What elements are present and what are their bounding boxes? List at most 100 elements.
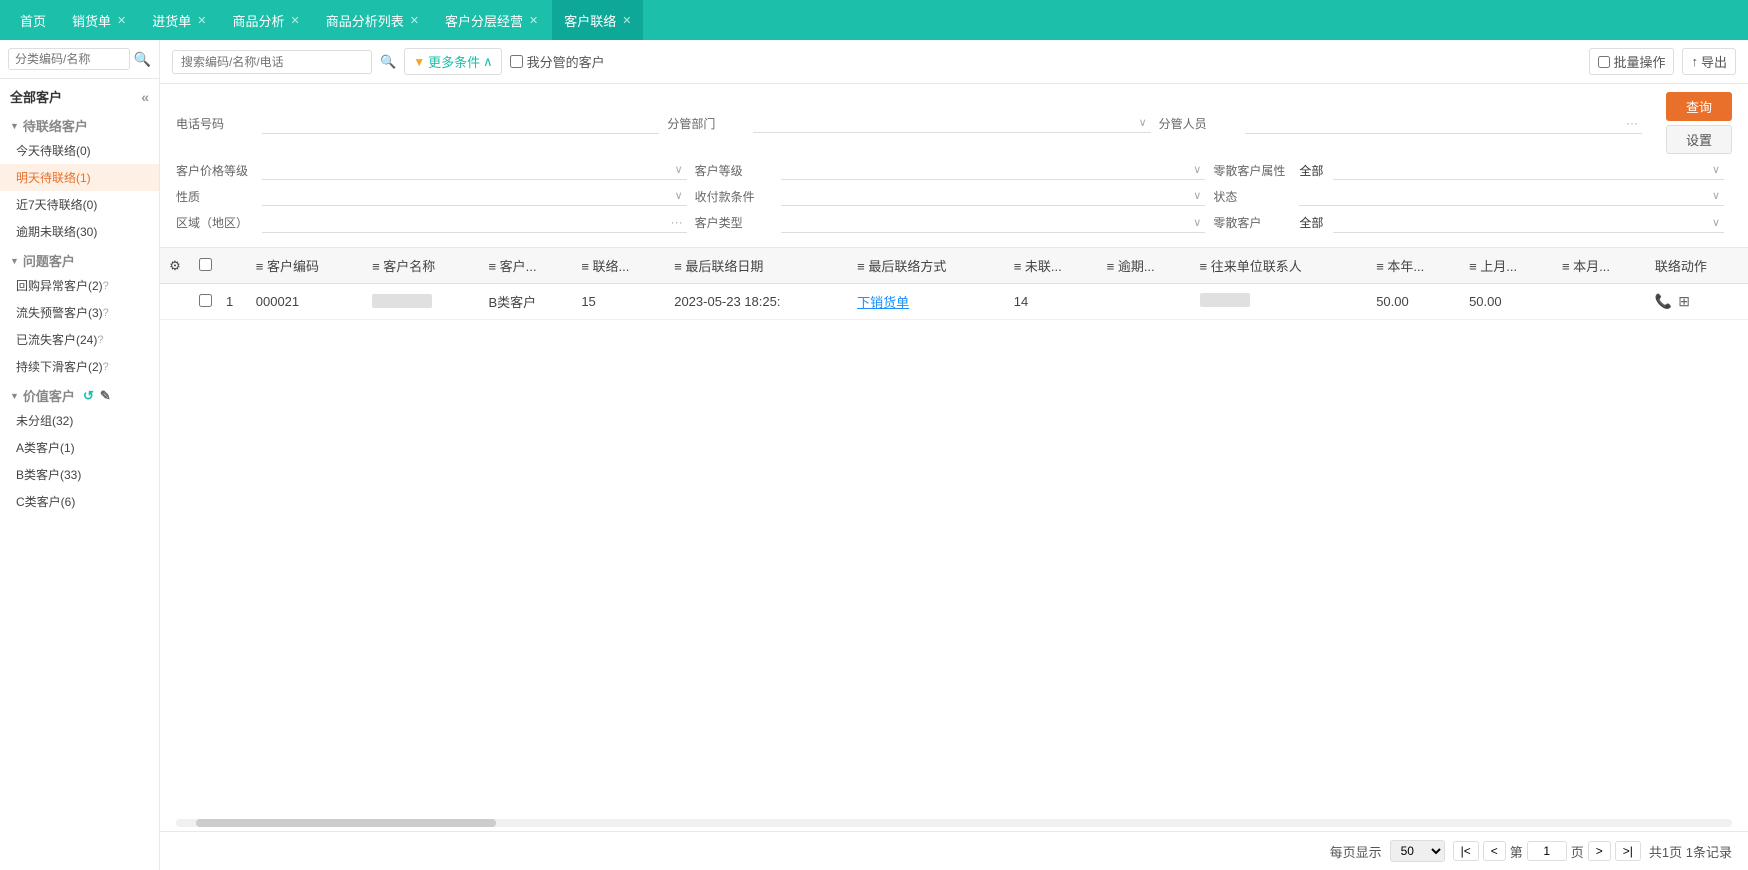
export-button[interactable]: ↑ 导出: [1682, 48, 1736, 75]
chevron-down-icon: ∨: [1139, 116, 1147, 129]
nav-product-analysis-list[interactable]: 商品分析列表 ✕: [314, 0, 431, 40]
page-size-select[interactable]: 50 100 200: [1390, 840, 1445, 862]
filter-manager: 分管人员 ···: [1159, 113, 1650, 134]
col-header-this-year[interactable]: ≡ 本年...: [1370, 248, 1463, 284]
sidebar-search-icon[interactable]: 🔍: [134, 51, 151, 68]
filter-dept: 分管部门 ∨: [667, 113, 1158, 133]
col-header-contact[interactable]: ≡ 联络...: [575, 248, 668, 284]
filter-label-manager: 分管人员: [1159, 115, 1239, 132]
search-icon[interactable]: 🔍: [380, 54, 396, 70]
nav-customer-contact[interactable]: 客户联络 ✕: [552, 0, 643, 40]
sidebar-item-b-class[interactable]: B类客户(33): [0, 461, 159, 488]
filter-input-phone[interactable]: [262, 113, 659, 134]
cell-no: 1: [220, 284, 250, 320]
col-header-settings[interactable]: ⚙: [160, 248, 190, 284]
filter-select-nature[interactable]: ∨: [262, 186, 687, 206]
col-header-last-contact-date[interactable]: ≡ 最后联络日期: [668, 248, 851, 284]
close-icon[interactable]: ✕: [117, 14, 126, 27]
filter-select-status[interactable]: ∨: [1299, 186, 1724, 206]
my-customers-checkbox[interactable]: [510, 55, 523, 68]
nav-customer-tier[interactable]: 客户分层经营 ✕: [433, 0, 550, 40]
filter-select-retail-attr[interactable]: ∨: [1333, 160, 1724, 180]
col-header-not-contacted[interactable]: ≡ 未联...: [1008, 248, 1101, 284]
nav-purchase-order[interactable]: 进货单 ✕: [140, 0, 218, 40]
col-header-last-contact-method[interactable]: ≡ 最后联络方式: [851, 248, 1008, 284]
collapse-icon[interactable]: «: [141, 89, 149, 105]
filter-row-2: 客户价格等级 ∨ 客户等级 ∨ 零散客户属性 全部: [176, 160, 1732, 180]
col-header-name[interactable]: ≡ 客户名称: [366, 248, 482, 284]
nav-product-analysis[interactable]: 商品分析 ✕: [220, 0, 311, 40]
cell-code: 000021: [250, 284, 366, 320]
sidebar-item-7days[interactable]: 近7天待联络(0): [0, 191, 159, 218]
page-navigation: |< < 第 页 > >|: [1453, 841, 1641, 861]
select-all-checkbox[interactable]: [199, 258, 212, 271]
sidebar-item-churned[interactable]: 已流失客户(24) ?: [0, 326, 159, 353]
horizontal-scrollbar[interactable]: [176, 819, 1732, 827]
filter-select-payment[interactable]: ∨: [781, 186, 1206, 206]
group-value-customers: ▼ 价值客户 ↺ ✎: [0, 380, 159, 407]
filter-label-status: 状态: [1213, 188, 1293, 205]
sidebar-item-tomorrow[interactable]: 明天待联络(1): [0, 164, 159, 191]
group-pending-contact: ▼ 待联络客户: [0, 110, 159, 137]
settings-button[interactable]: 设置: [1666, 125, 1732, 154]
col-header-unit-contact[interactable]: ≡ 往来单位联系人: [1194, 248, 1371, 284]
filter-select-customer-type[interactable]: ∨: [781, 213, 1206, 233]
close-icon[interactable]: ✕: [622, 14, 631, 27]
all-customers-header: 全部客户 «: [0, 79, 159, 110]
col-header-last-month[interactable]: ≡ 上月...: [1463, 248, 1556, 284]
close-icon[interactable]: ✕: [410, 14, 419, 27]
sidebar-item-today[interactable]: 今天待联络(0): [0, 137, 159, 164]
all-customers-label: 全部客户: [10, 87, 62, 106]
filter-region: 区域（地区） ···: [176, 212, 695, 233]
cell-this-year: 50.00: [1370, 284, 1463, 320]
call-icon[interactable]: 📞: [1655, 293, 1672, 310]
cell-action: 📞 ⊞: [1649, 284, 1748, 320]
sidebar-item-c-class[interactable]: C类客户(6): [0, 488, 159, 515]
sidebar-item-a-class[interactable]: A类客户(1): [0, 434, 159, 461]
cell-overdue: [1101, 284, 1194, 320]
sidebar-item-declining[interactable]: 持续下滑客户(2) ?: [0, 353, 159, 380]
filter-select-retail-customer[interactable]: ∨: [1333, 213, 1724, 233]
col-header-this-month[interactable]: ≡ 本月...: [1556, 248, 1649, 284]
batch-op-button[interactable]: 批量操作: [1589, 48, 1674, 75]
main-layout: 🔍 全部客户 « ▼ 待联络客户 今天待联络(0) 明天待联络(1) 近7天待联…: [0, 40, 1748, 870]
nav-home[interactable]: 首页: [8, 0, 58, 40]
col-header-type[interactable]: ≡ 客户...: [482, 248, 575, 284]
next-page-button[interactable]: >: [1588, 841, 1611, 861]
row-checkbox[interactable]: [199, 294, 212, 307]
batch-checkbox[interactable]: [1598, 56, 1610, 68]
first-page-button[interactable]: |<: [1453, 841, 1479, 861]
col-header-overdue[interactable]: ≡ 逾期...: [1101, 248, 1194, 284]
close-icon[interactable]: ✕: [529, 14, 538, 27]
scrollbar-area: [160, 815, 1748, 831]
link-last-contact-method[interactable]: 下销货单: [857, 295, 909, 310]
col-header-code[interactable]: ≡ 客户编码: [250, 248, 366, 284]
last-page-button[interactable]: >|: [1615, 841, 1641, 861]
edit-icon[interactable]: ✎: [100, 388, 111, 404]
refresh-icon[interactable]: ↺: [83, 388, 94, 404]
close-icon[interactable]: ✕: [291, 14, 300, 27]
close-icon[interactable]: ✕: [197, 14, 206, 27]
sidebar-item-overdue[interactable]: 逾期未联络(30): [0, 218, 159, 245]
page-number-input[interactable]: [1527, 841, 1567, 861]
filter-select-dept[interactable]: ∨: [753, 113, 1150, 133]
filter-dots-manager[interactable]: ···: [1626, 116, 1638, 130]
filter-select-price-level[interactable]: ∨: [262, 160, 687, 180]
sidebar-item-churn-warning[interactable]: 流失预警客户(3) ?: [0, 299, 159, 326]
content-area: 🔍 ▼ 更多条件 ∧ 我分管的客户 批量操作 ↑ 导出: [160, 40, 1748, 870]
filter-dots-region[interactable]: ···: [671, 215, 683, 229]
filter-nature: 性质 ∨: [176, 186, 695, 206]
query-button[interactable]: 查询: [1666, 92, 1732, 121]
filter-customer-level: 客户等级 ∨: [695, 160, 1214, 180]
sidebar-item-ungrouped[interactable]: 未分组(32): [0, 407, 159, 434]
search-input[interactable]: [172, 50, 372, 74]
sidebar-item-repurchase-abnormal[interactable]: 回购异常客户(2) ?: [0, 272, 159, 299]
grid-icon[interactable]: ⊞: [1678, 293, 1690, 310]
prev-page-button[interactable]: <: [1483, 841, 1506, 861]
scrollbar-thumb[interactable]: [196, 819, 496, 827]
filter-select-customer-level[interactable]: ∨: [781, 160, 1206, 180]
chevron-down-icon: ∨: [1193, 216, 1201, 229]
sidebar-search-input[interactable]: [8, 48, 130, 70]
nav-sales-order[interactable]: 销货单 ✕: [60, 0, 138, 40]
more-conditions-button[interactable]: ▼ 更多条件 ∧: [404, 48, 501, 75]
